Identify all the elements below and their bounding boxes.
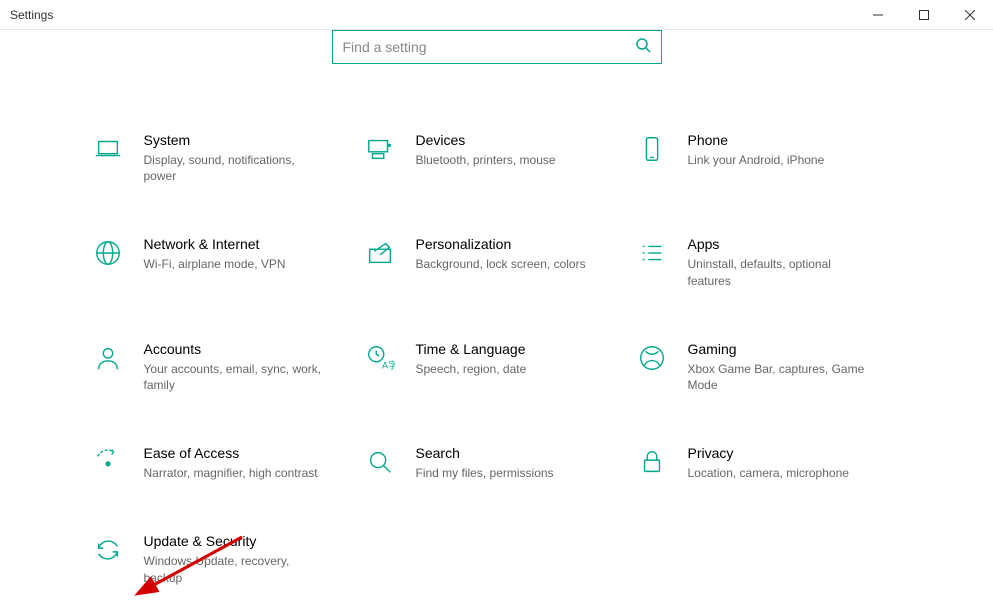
- category-system[interactable]: System Display, sound, notifications, po…: [92, 132, 352, 184]
- ease-icon: [92, 447, 124, 479]
- svg-text:A字: A字: [381, 359, 394, 370]
- category-desc: Windows Update, recovery, backup: [144, 553, 324, 585]
- list-icon: [636, 238, 668, 270]
- titlebar: Settings: [0, 0, 993, 30]
- globe-icon: [92, 238, 124, 270]
- magnifier-icon: [364, 447, 396, 479]
- close-button[interactable]: [947, 0, 993, 30]
- category-ease-of-access[interactable]: Ease of Access Narrator, magnifier, high…: [92, 445, 352, 481]
- category-desc: Display, sound, notifications, power: [144, 152, 324, 184]
- person-icon: [92, 343, 124, 375]
- category-desc: Background, lock screen, colors: [416, 256, 586, 272]
- category-title: Update & Security: [144, 533, 324, 549]
- category-title: Time & Language: [416, 341, 527, 357]
- time-language-icon: A字: [364, 343, 396, 375]
- category-phone[interactable]: Phone Link your Android, iPhone: [636, 132, 896, 184]
- category-grid: System Display, sound, notifications, po…: [92, 132, 902, 586]
- search-box[interactable]: [332, 30, 662, 64]
- lock-icon: [636, 447, 668, 479]
- category-desc: Wi-Fi, airplane mode, VPN: [144, 256, 286, 272]
- search-input[interactable]: [343, 39, 635, 55]
- category-title: Search: [416, 445, 554, 461]
- category-desc: Uninstall, defaults, optional features: [688, 256, 868, 288]
- category-desc: Xbox Game Bar, captures, Game Mode: [688, 361, 868, 393]
- paint-icon: [364, 238, 396, 270]
- category-accounts[interactable]: Accounts Your accounts, email, sync, wor…: [92, 341, 352, 393]
- search-icon: [635, 37, 651, 58]
- category-desc: Bluetooth, printers, mouse: [416, 152, 556, 168]
- category-update-security[interactable]: Update & Security Windows Update, recove…: [92, 533, 352, 585]
- category-title: Personalization: [416, 236, 586, 252]
- category-desc: Your accounts, email, sync, work, family: [144, 361, 324, 393]
- category-title: Phone: [688, 132, 825, 148]
- category-desc: Speech, region, date: [416, 361, 527, 377]
- category-title: Network & Internet: [144, 236, 286, 252]
- category-apps[interactable]: Apps Uninstall, defaults, optional featu…: [636, 236, 896, 288]
- category-privacy[interactable]: Privacy Location, camera, microphone: [636, 445, 896, 481]
- category-gaming[interactable]: Gaming Xbox Game Bar, captures, Game Mod…: [636, 341, 896, 393]
- category-search[interactable]: Search Find my files, permissions: [364, 445, 624, 481]
- category-title: Gaming: [688, 341, 868, 357]
- category-desc: Find my files, permissions: [416, 465, 554, 481]
- category-title: System: [144, 132, 324, 148]
- category-personalization[interactable]: Personalization Background, lock screen,…: [364, 236, 624, 288]
- category-desc: Location, camera, microphone: [688, 465, 849, 481]
- category-network[interactable]: Network & Internet Wi-Fi, airplane mode,…: [92, 236, 352, 288]
- phone-icon: [636, 134, 668, 166]
- category-desc: Link your Android, iPhone: [688, 152, 825, 168]
- maximize-button[interactable]: [901, 0, 947, 30]
- category-title: Apps: [688, 236, 868, 252]
- category-title: Ease of Access: [144, 445, 318, 461]
- window-controls: [855, 0, 993, 30]
- category-title: Accounts: [144, 341, 324, 357]
- category-desc: Narrator, magnifier, high contrast: [144, 465, 318, 481]
- sync-icon: [92, 535, 124, 567]
- laptop-icon: [92, 134, 124, 166]
- xbox-icon: [636, 343, 668, 375]
- devices-icon: [364, 134, 396, 166]
- category-time[interactable]: A字 Time & Language Speech, region, date: [364, 341, 624, 393]
- category-devices[interactable]: Devices Bluetooth, printers, mouse: [364, 132, 624, 184]
- window-title: Settings: [10, 8, 53, 22]
- search-region: [0, 30, 993, 64]
- category-title: Devices: [416, 132, 556, 148]
- minimize-button[interactable]: [855, 0, 901, 30]
- category-title: Privacy: [688, 445, 849, 461]
